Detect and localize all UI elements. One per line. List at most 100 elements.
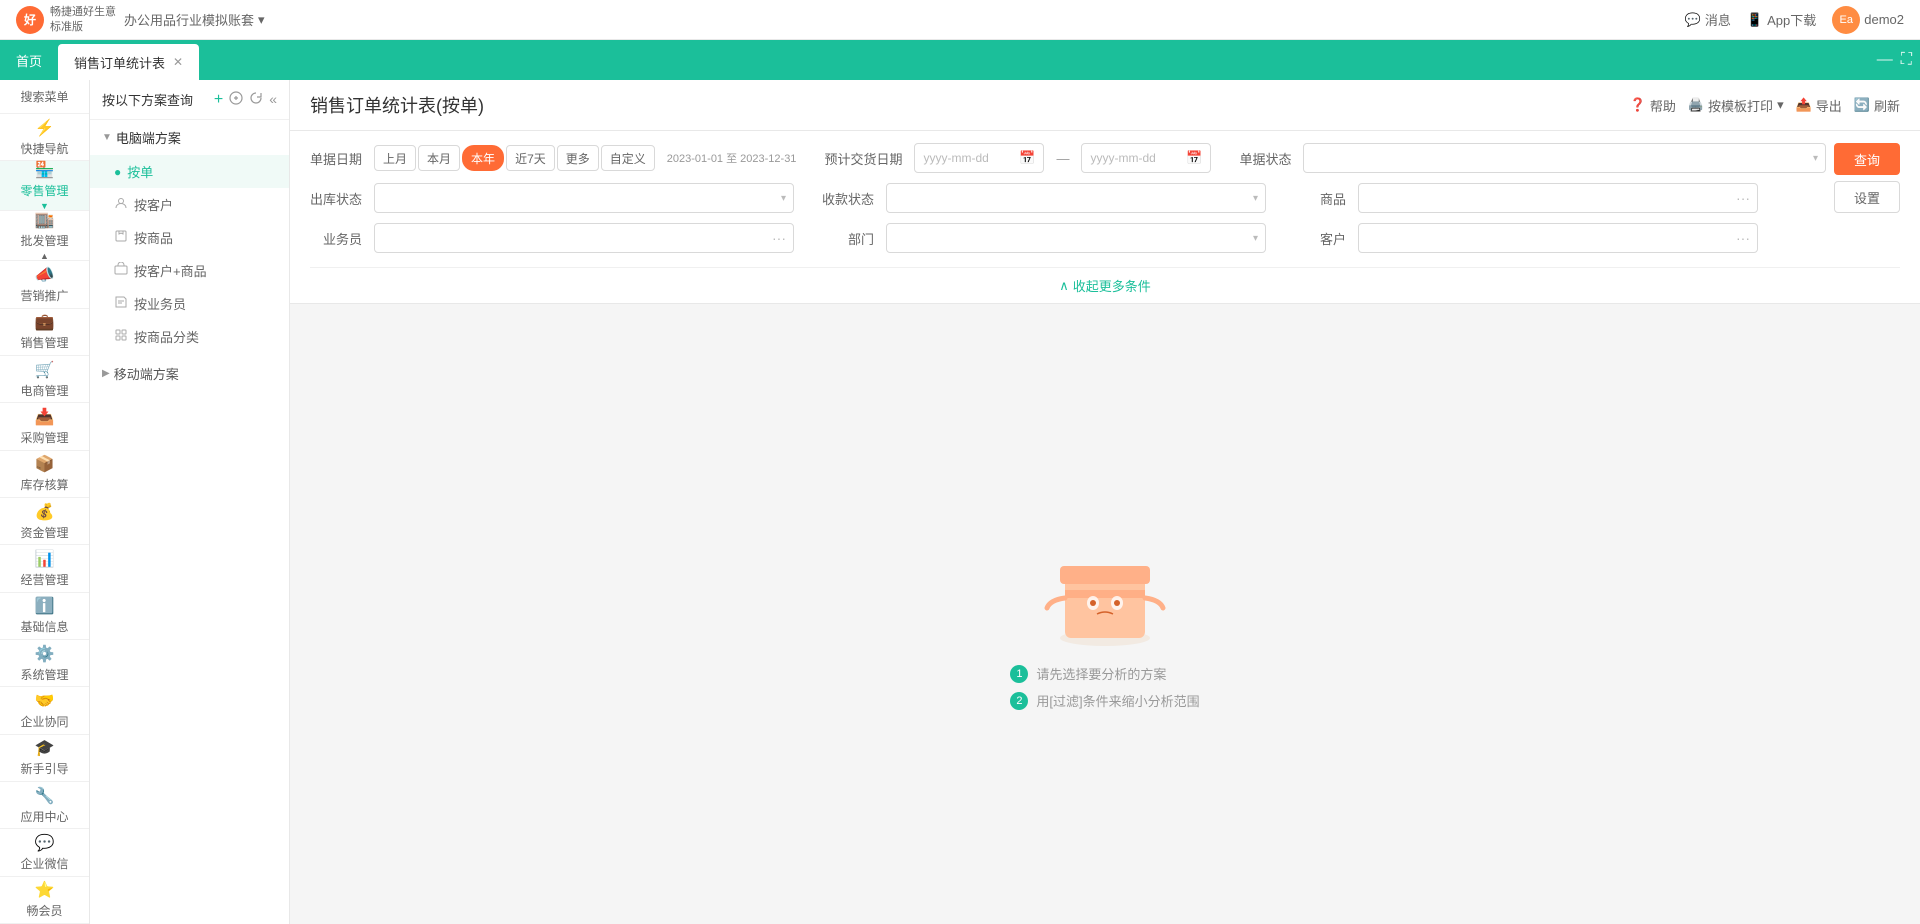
scheme-item-by-salesman[interactable]: 按业务员: [90, 287, 289, 320]
expected-date-end-input[interactable]: yyyy-mm-dd 📅: [1081, 143, 1211, 173]
retail-icon: 🏪: [35, 160, 55, 180]
help-button[interactable]: ❓ 帮助: [1630, 96, 1676, 115]
sidebar-search[interactable]: 搜索菜单: [0, 80, 89, 114]
date-btn-last-month[interactable]: 上月: [374, 145, 416, 171]
date-range-text: 2023-01-01 至 2023-12-31: [667, 150, 797, 166]
scheme-group-header-mobile[interactable]: ▶ 移动端方案: [90, 357, 289, 390]
expected-date-start-input[interactable]: yyyy-mm-dd 📅: [914, 143, 1044, 173]
scheme-item-by-customer[interactable]: 按客户: [90, 188, 289, 221]
out-status-select[interactable]: [374, 183, 794, 213]
scheme-item-by-order[interactable]: ● 按单: [90, 155, 289, 188]
print-button[interactable]: 🖨️ 按模板打印 ▾: [1688, 96, 1784, 115]
maximize-icon[interactable]: ⛶: [1901, 51, 1912, 69]
minimize-icon[interactable]: —: [1877, 51, 1893, 69]
user-menu[interactable]: Ea demo2: [1832, 6, 1904, 34]
status-select-wrapper: ▾: [1303, 143, 1826, 173]
sidebar-item-purchase[interactable]: 📥 采购管理: [0, 403, 89, 450]
scheme-item-by-product-category[interactable]: 按商品分类: [90, 320, 289, 353]
top-bar-right: 💬 消息 📱 App下载 Ea demo2: [1685, 6, 1904, 34]
print-dropdown-icon: ▾: [1777, 97, 1784, 113]
sidebar-item-ecommerce[interactable]: 🛒 电商管理: [0, 356, 89, 403]
filter-container: 单据日期 上月 本月 本年 近7天 更多 自定义 2023-01-01 至 20…: [290, 131, 1920, 304]
more-options-icon[interactable]: ···: [1736, 190, 1750, 206]
chevron-up-icon: ▲: [40, 251, 49, 261]
refresh-scheme-button[interactable]: [249, 91, 263, 109]
sidebar-item-operations[interactable]: 📊 经营管理: [0, 545, 89, 592]
department-label: 部门: [822, 229, 874, 248]
sidebar-item-enterprise[interactable]: 🤝 企业协同: [0, 687, 89, 734]
enterprise-icon: 🤝: [35, 691, 55, 711]
customer-input[interactable]: [1358, 223, 1758, 253]
top-bar-left: 好 畅捷通好生意 标准版 办公用品行业模拟账套 ▾: [16, 5, 265, 34]
mobile-icon: 📱: [1747, 12, 1763, 28]
sidebar-item-wholesale[interactable]: 🏬 批发管理 ▲: [0, 211, 89, 261]
purchase-icon: 📥: [35, 407, 55, 427]
page-header: 销售订单统计表(按单) ❓ 帮助 🖨️ 按模板打印 ▾ 📤 导出: [290, 80, 1920, 131]
sidebar-item-apps[interactable]: 🔧 应用中心: [0, 782, 89, 829]
collapse-bar[interactable]: ∧ 收起更多条件: [310, 267, 1900, 303]
app-download-button[interactable]: 📱 App下载: [1747, 10, 1816, 29]
sidebar-item-retail[interactable]: 🏪 零售管理 ▼: [0, 161, 89, 211]
date-btn-this-month[interactable]: 本月: [418, 145, 460, 171]
system-icon: ⚙️: [35, 644, 55, 664]
query-button[interactable]: 查询: [1834, 143, 1900, 175]
company-selector[interactable]: 办公用品行业模拟账套 ▾: [124, 10, 265, 29]
sidebar-item-system[interactable]: ⚙️ 系统管理: [0, 640, 89, 687]
add-scheme-button[interactable]: +: [214, 91, 223, 109]
refresh-button[interactable]: 🔄 刷新: [1854, 96, 1900, 115]
settings-button[interactable]: 设置: [1834, 181, 1900, 213]
message-button[interactable]: 💬 消息: [1685, 10, 1731, 29]
department-select[interactable]: [886, 223, 1266, 253]
filter-row-3: 业务员 ··· 部门 ▾: [310, 223, 1826, 253]
top-bar: 好 畅捷通好生意 标准版 办公用品行业模拟账套 ▾ 💬 消息 📱 App下载 E…: [0, 0, 1920, 40]
scheme-group-mobile: ▶ 移动端方案: [90, 353, 289, 394]
tab-close-icon[interactable]: ✕: [173, 55, 183, 69]
main-layout: 搜索菜单 ⚡ 快捷导航 🏪 零售管理 ▼ 🏬 批发管理 ▲ 📣 营销推广 💼 销…: [0, 80, 1920, 924]
filter-row-1: 单据日期 上月 本月 本年 近7天 更多 自定义 2023-01-01 至 20…: [310, 143, 1826, 173]
collapse-scheme-button[interactable]: «: [269, 91, 277, 109]
main-content: 销售订单统计表(按单) ❓ 帮助 🖨️ 按模板打印 ▾ 📤 导出: [290, 80, 1920, 924]
tab-sales-order-stats[interactable]: 销售订单统计表 ✕: [58, 44, 199, 80]
member-icon: ⭐: [35, 880, 55, 900]
group-expand-icon: ▶: [102, 368, 110, 379]
sidebar-item-newbie[interactable]: 🎓 新手引导: [0, 735, 89, 782]
scheme-item-by-customer-product[interactable]: 按客户+商品: [90, 254, 289, 287]
more-options-icon[interactable]: ···: [772, 230, 786, 246]
quick-nav-icon: ⚡: [35, 118, 55, 138]
salesman-input[interactable]: [374, 223, 794, 253]
sidebar-item-quick-nav[interactable]: ⚡ 快捷导航: [0, 114, 89, 161]
date-buttons: 上月 本月 本年 近7天 更多 自定义: [374, 145, 655, 171]
scheme-item-icon: [114, 262, 128, 279]
edit-scheme-button[interactable]: [229, 91, 243, 109]
date-btn-custom[interactable]: 自定义: [601, 145, 655, 171]
operations-icon: 📊: [35, 549, 55, 569]
filter-row-2: 出库状态 ▾ 收款状态: [310, 183, 1826, 213]
status-label: 单据状态: [1239, 149, 1291, 168]
receipt-status-label: 收款状态: [822, 189, 874, 208]
date-btn-more[interactable]: 更多: [557, 145, 599, 171]
page-actions: ❓ 帮助 🖨️ 按模板打印 ▾ 📤 导出 🔄 刷新: [1630, 96, 1900, 127]
sidebar-item-marketing[interactable]: 📣 营销推广: [0, 261, 89, 308]
scheme-group-desktop: ▼ 电脑端方案 ● 按单 按客户 按商品: [90, 120, 289, 353]
sidebar-item-inventory[interactable]: 📦 库存核算: [0, 451, 89, 498]
receipt-status-select[interactable]: [886, 183, 1266, 213]
page-title: 销售订单统计表(按单): [310, 92, 484, 130]
sidebar-item-wechat[interactable]: 💬 企业微信: [0, 829, 89, 876]
date-btn-7days[interactable]: 近7天: [506, 145, 555, 171]
product-input[interactable]: [1358, 183, 1758, 213]
date-btn-this-year[interactable]: 本年: [462, 145, 504, 171]
sidebar-item-basic[interactable]: ℹ️ 基础信息: [0, 593, 89, 640]
tab-home[interactable]: 首页: [0, 40, 58, 80]
salesman-label: 业务员: [310, 229, 362, 248]
sidebar-item-member[interactable]: ⭐ 畅会员: [0, 877, 89, 924]
export-button[interactable]: 📤 导出: [1796, 96, 1842, 115]
status-select[interactable]: [1303, 143, 1826, 173]
sidebar-item-sales[interactable]: 💼 销售管理: [0, 309, 89, 356]
scheme-group-header-desktop[interactable]: ▼ 电脑端方案: [90, 120, 289, 155]
scheme-item-by-product[interactable]: 按商品: [90, 221, 289, 254]
message-icon: 💬: [1685, 12, 1701, 28]
customer-input-wrapper: ···: [1358, 223, 1758, 253]
more-options-icon[interactable]: ···: [1736, 230, 1750, 246]
print-icon: 🖨️: [1688, 97, 1704, 113]
sidebar-item-finance[interactable]: 💰 资金管理: [0, 498, 89, 545]
